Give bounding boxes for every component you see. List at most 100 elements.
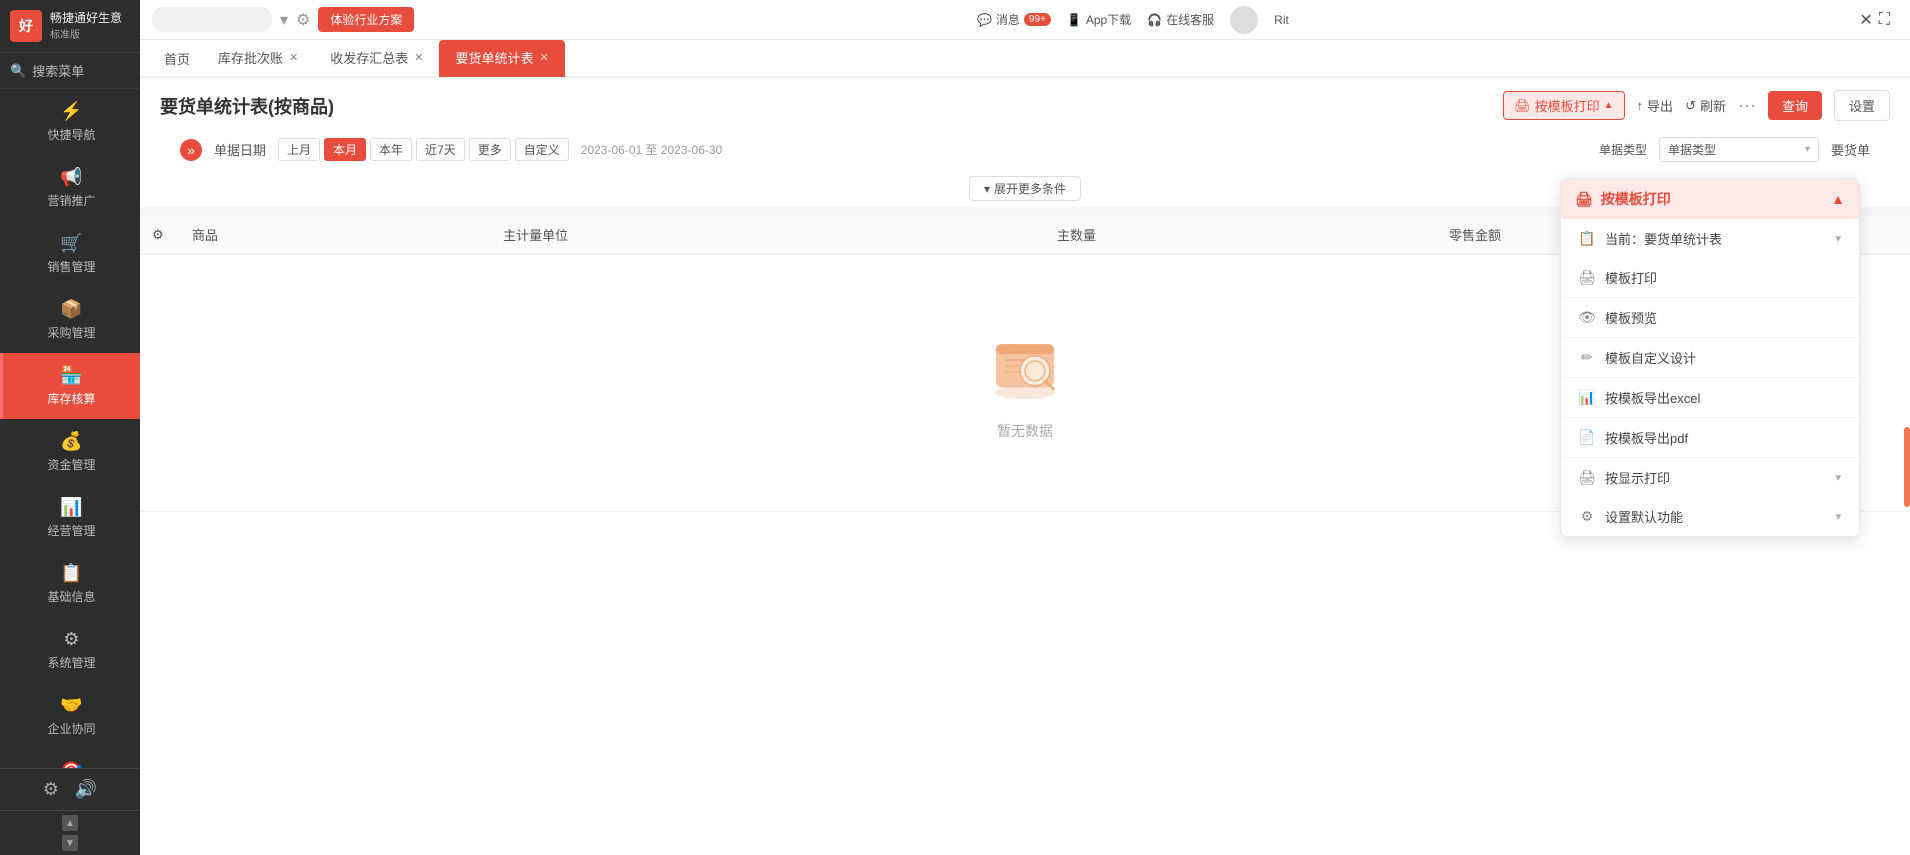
sales-icon: 🛒 (60, 233, 82, 254)
empty-text: 暂无数据 (997, 421, 1053, 441)
sidebar-item-label: 采购管理 (47, 324, 95, 341)
template-excel-icon: 📊 (1579, 390, 1595, 406)
tab-batch-account[interactable]: 库存批次账 ✕ (202, 40, 314, 77)
more-icon[interactable]: ··· (1738, 95, 1756, 116)
dropdown-template-print[interactable]: 🖨 模板打印 (1561, 258, 1859, 298)
header-dropdown-icon[interactable]: ▾ (280, 10, 288, 30)
header-search-box[interactable] (152, 7, 272, 32)
date-btn-this-year[interactable]: 本年 (370, 138, 412, 161)
tab-close-icon[interactable]: ✕ (540, 51, 549, 64)
tab-label: 库存批次账 (218, 48, 283, 67)
date-btn-7days[interactable]: 近7天 (416, 138, 465, 161)
sidebar-search[interactable]: 🔍 搜索菜单 (0, 53, 140, 89)
sidebar-scroll-down[interactable]: ▼ (62, 835, 78, 851)
sidebar-settings-icon[interactable]: ⚙ (43, 779, 59, 800)
print-dropdown-icon: 🖨 (1575, 191, 1593, 208)
maximize-button[interactable]: ⛶ (1879, 11, 1890, 29)
dropdown-set-default[interactable]: ⚙ 设置默认功能 ▾ (1561, 497, 1859, 536)
sidebar-item-label: 库存核算 (47, 390, 95, 407)
sidebar-item-inventory[interactable]: 🏪 库存核算 (0, 353, 140, 419)
sidebar-item-cooperation[interactable]: 🤝 企业协同 (0, 683, 140, 749)
tab-close-icon[interactable]: ✕ (414, 51, 423, 64)
display-print-chevron: ▾ (1835, 471, 1841, 484)
tab-receipt-summary[interactable]: 收发存汇总表 ✕ (314, 40, 439, 77)
dropdown-template-preview[interactable]: 👁 模板预览 (1561, 298, 1859, 338)
date-range-display: 2023-06-01 至 2023-06-30 (581, 141, 722, 158)
logo-icon: 好 (10, 10, 42, 42)
tab-close-icon[interactable]: ✕ (289, 51, 298, 64)
date-btn-custom[interactable]: 自定义 (515, 138, 569, 161)
table-header-settings[interactable]: ⚙ (140, 215, 180, 255)
print-dropdown-title: 按模板打印 (1601, 189, 1671, 209)
right-scrollbar[interactable] (1904, 427, 1910, 507)
sidebar-scroll-up[interactable]: ▲ (62, 815, 78, 831)
date-btn-this-month[interactable]: 本月 (324, 138, 366, 161)
dropdown-template-pdf[interactable]: 📄 按模板导出pdf (1561, 418, 1859, 458)
sidebar-item-guide[interactable]: 🎯 新手引导 (0, 749, 140, 768)
trial-button[interactable]: 体验行业方案 (318, 7, 414, 32)
template-design-icon: ✏ (1579, 350, 1595, 366)
basics-icon: 📋 (60, 563, 82, 584)
sidebar-item-operation[interactable]: 📊 经营管理 (0, 485, 140, 551)
user-avatar[interactable] (1230, 6, 1258, 34)
tab-home[interactable]: 首页 (152, 41, 202, 76)
type-filter-select[interactable]: 单据类型 ▾ (1659, 137, 1819, 162)
refresh-button[interactable]: ↺ 刷新 (1685, 96, 1726, 115)
main-area: ▾ ⚙ 体验行业方案 💬 消息 99+ 📱 App下载 🎧 在线客服 Rit ✕… (140, 0, 1910, 855)
sidebar-item-marketing[interactable]: 📢 营销推广 (0, 155, 140, 221)
app-logo: 好 畅捷通好生意 标准版 (0, 0, 140, 53)
template-design-label: 模板自定义设计 (1605, 348, 1696, 367)
date-btn-more[interactable]: 更多 (469, 138, 511, 161)
dropdown-display-print[interactable]: 🖨 按显示打印 ▾ (1561, 458, 1859, 497)
query-button[interactable]: 查询 (1768, 91, 1822, 120)
sidebar-item-label: 基础信息 (47, 588, 95, 605)
expand-label: 展开更多条件 (994, 180, 1066, 197)
sidebar-item-sales[interactable]: 🛒 销售管理 (0, 221, 140, 287)
dropdown-close-icon[interactable]: ▲ (1831, 191, 1845, 207)
print-button[interactable]: 🖨 按模板打印 ▲ (1503, 91, 1624, 120)
current-chevron-icon: ▾ (1835, 232, 1841, 245)
dropdown-header[interactable]: 🖨 按模板打印 ▲ (1561, 179, 1859, 219)
dropdown-current-item[interactable]: 📋 当前：要货单统计表 ▾ (1561, 219, 1859, 258)
sidebar-item-finance[interactable]: 💰 资金管理 (0, 419, 140, 485)
template-print-label: 模板打印 (1605, 268, 1657, 287)
print-dropdown-panel: 🖨 按模板打印 ▲ 📋 当前：要货单统计表 ▾ 🖨 模板打印 👁 (1560, 178, 1860, 537)
system-icon: ⚙ (63, 629, 79, 650)
export-button[interactable]: ↑ 导出 (1637, 96, 1674, 115)
date-btn-last-month[interactable]: 上月 (278, 138, 320, 161)
messages-item[interactable]: 💬 消息 99+ (977, 11, 1051, 28)
date-filter-label: 单据日期 (214, 140, 266, 159)
expand-more-button[interactable]: ▾ 展开更多条件 (969, 176, 1081, 201)
settings-button[interactable]: 设置 (1834, 90, 1890, 121)
sidebar-item-label: 快捷导航 (47, 126, 95, 143)
sidebar-item-system[interactable]: ⚙ 系统管理 (0, 617, 140, 683)
header-settings-icon[interactable]: ⚙ (296, 10, 310, 30)
tab-label: 收发存汇总表 (330, 48, 408, 67)
inventory-icon: 🏪 (60, 365, 82, 386)
dropdown-template-design[interactable]: ✏ 模板自定义设计 (1561, 338, 1859, 378)
sidebar-sound-icon[interactable]: 🔊 (75, 779, 97, 800)
sidebar-item-purchase[interactable]: 📦 采购管理 (0, 287, 140, 353)
close-button[interactable]: ✕ (1859, 10, 1872, 30)
print-icon: 🖨 (1514, 98, 1531, 114)
search-icon: 🔍 (10, 63, 26, 79)
operation-icon: 📊 (60, 497, 82, 518)
download-icon: 📱 (1067, 13, 1082, 27)
online-service-label: 在线客服 (1166, 11, 1214, 28)
filter-expand-button[interactable]: » (180, 139, 202, 161)
online-service-item[interactable]: 🎧 在线客服 (1147, 11, 1214, 28)
refresh-icon: ↺ (1685, 98, 1696, 114)
app-download-item[interactable]: 📱 App下载 (1067, 11, 1131, 28)
print-label: 按模板打印 (1535, 96, 1600, 115)
display-print-label: 按显示打印 (1605, 468, 1670, 487)
dropdown-template-excel[interactable]: 📊 按模板导出excel (1561, 378, 1859, 418)
table-header-quantity: 主数量 (1045, 215, 1437, 255)
message-icon: 💬 (977, 13, 992, 27)
current-template-label: 当前：要货单统计表 (1605, 229, 1722, 248)
sidebar-item-shortcuts[interactable]: ⚡ 快捷导航 (0, 89, 140, 155)
sidebar-item-basics[interactable]: 📋 基础信息 (0, 551, 140, 617)
app-name: 畅捷通好生意 (50, 11, 122, 27)
template-pdf-icon: 📄 (1579, 430, 1595, 446)
export-icon: ↑ (1637, 98, 1644, 113)
tab-order-stats[interactable]: 要货单统计表 ✕ (439, 40, 564, 77)
